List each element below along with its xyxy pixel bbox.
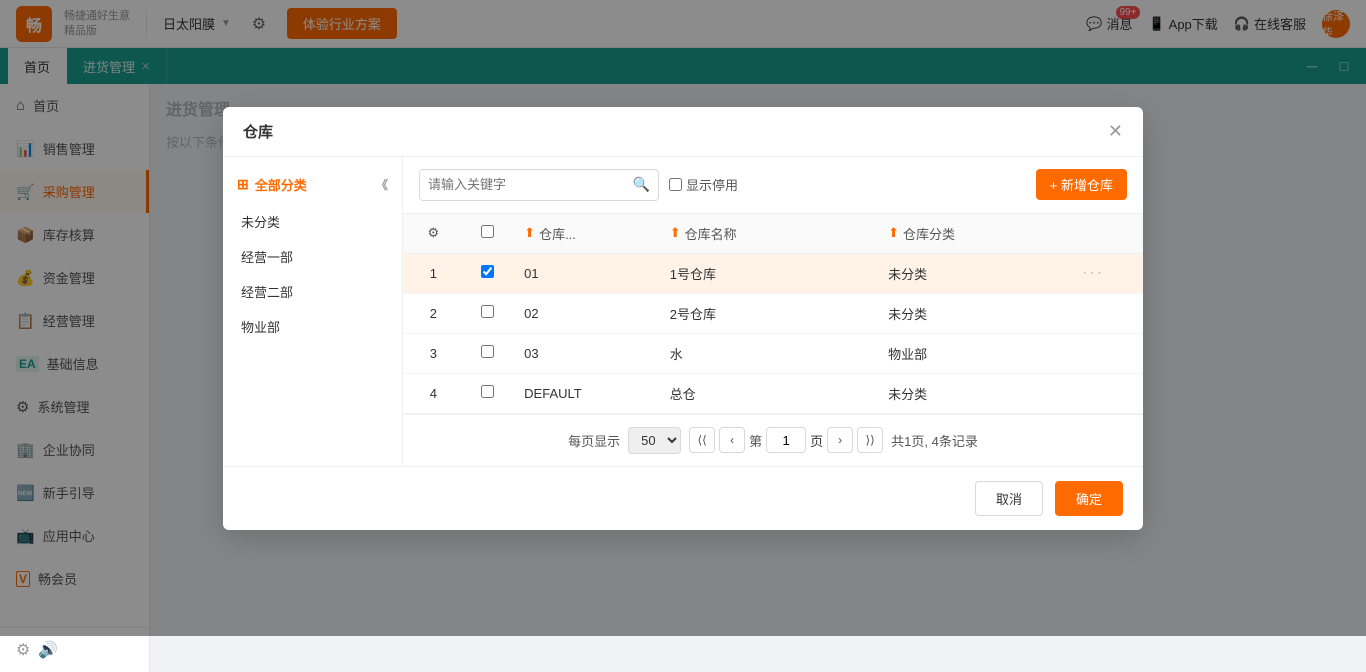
cancel-button[interactable]: 取消 bbox=[975, 481, 1043, 516]
table-panel: 🔍 显示停用 + 新增仓库 ⚙ bbox=[403, 157, 1143, 466]
sort-icon: ⬆ bbox=[524, 225, 535, 241]
cell-actions[interactable]: ··· bbox=[1070, 253, 1143, 293]
th-code[interactable]: ⬆ 仓库... bbox=[512, 214, 658, 254]
collapse-panel-icon[interactable]: 《 bbox=[376, 176, 388, 193]
per-page-select[interactable]: 50 bbox=[628, 427, 681, 454]
cell-actions[interactable] bbox=[1070, 333, 1143, 373]
page-unit: 页 bbox=[810, 431, 823, 450]
prev-page-btn[interactable]: ‹ bbox=[719, 427, 745, 453]
warehouse-table-wrapper: ⚙ ⬆ 仓库... bbox=[403, 214, 1143, 414]
total-info: 共1页, 4条记录 bbox=[891, 431, 978, 450]
cell-code: 02 bbox=[512, 293, 658, 333]
page-label: 第 bbox=[749, 431, 762, 450]
cell-actions[interactable] bbox=[1070, 373, 1143, 413]
category-sort-icon: ⬆ bbox=[888, 225, 899, 241]
cell-code: 01 bbox=[512, 253, 658, 293]
page-input[interactable] bbox=[766, 427, 806, 453]
search-icon[interactable]: 🔍 bbox=[633, 176, 650, 193]
modal-overlay: 仓库 ✕ ⊞ 全部分类 《 未分类 经营一部 bbox=[0, 0, 1366, 636]
search-box: 🔍 bbox=[419, 169, 659, 201]
table-toolbar: 🔍 显示停用 + 新增仓库 bbox=[403, 157, 1143, 214]
cell-checkbox[interactable] bbox=[464, 373, 513, 413]
select-all-checkbox[interactable] bbox=[481, 225, 494, 238]
category-item-3[interactable]: 物业部 bbox=[223, 309, 402, 344]
cell-name: 2号仓库 bbox=[658, 293, 876, 333]
table-row[interactable]: 2 02 2号仓库 未分类 bbox=[403, 293, 1143, 333]
cell-index: 1 bbox=[403, 253, 464, 293]
cell-checkbox[interactable] bbox=[464, 253, 513, 293]
cell-index: 2 bbox=[403, 293, 464, 333]
sidebar-gear-icon[interactable]: ⚙ bbox=[16, 640, 30, 660]
th-name[interactable]: ⬆ 仓库名称 bbox=[658, 214, 876, 254]
th-actions bbox=[1070, 214, 1143, 254]
cell-checkbox[interactable] bbox=[464, 293, 513, 333]
table-header-row: ⚙ ⬆ 仓库... bbox=[403, 214, 1143, 254]
cell-code: DEFAULT bbox=[512, 373, 658, 413]
row-actions-menu[interactable]: ··· bbox=[1082, 264, 1104, 281]
page-nav: ⟨⟨ ‹ 第 页 › ⟩⟩ bbox=[689, 427, 883, 453]
cell-name: 总仓 bbox=[658, 373, 876, 413]
cell-category: 未分类 bbox=[876, 373, 1070, 413]
next-page-btn[interactable]: › bbox=[827, 427, 853, 453]
warehouse-modal: 仓库 ✕ ⊞ 全部分类 《 未分类 经营一部 bbox=[223, 107, 1143, 530]
cell-checkbox[interactable] bbox=[464, 333, 513, 373]
table-row[interactable]: 3 03 水 物业部 bbox=[403, 333, 1143, 373]
th-settings[interactable]: ⚙ bbox=[403, 214, 464, 254]
cell-index: 3 bbox=[403, 333, 464, 373]
pagination: 每页显示 50 ⟨⟨ ‹ 第 页 › ⟩⟩ 共1页, 4条记录 bbox=[403, 414, 1143, 466]
add-warehouse-button[interactable]: + 新增仓库 bbox=[1036, 169, 1127, 200]
show-disabled-toggle: 显示停用 bbox=[669, 175, 738, 194]
cell-name: 水 bbox=[658, 333, 876, 373]
table-row[interactable]: 1 01 1号仓库 未分类 ··· bbox=[403, 253, 1143, 293]
cell-name: 1号仓库 bbox=[658, 253, 876, 293]
cell-actions[interactable] bbox=[1070, 293, 1143, 333]
th-category[interactable]: ⬆ 仓库分类 bbox=[876, 214, 1070, 254]
sidebar-speaker-icon[interactable]: 🔊 bbox=[38, 640, 58, 660]
cell-index: 4 bbox=[403, 373, 464, 413]
last-page-btn[interactable]: ⟩⟩ bbox=[857, 427, 883, 453]
name-sort-icon: ⬆ bbox=[670, 225, 681, 241]
show-disabled-checkbox[interactable] bbox=[669, 178, 682, 191]
th-checkbox bbox=[464, 214, 513, 254]
warehouse-table: ⚙ ⬆ 仓库... bbox=[403, 214, 1143, 414]
table-body: 1 01 1号仓库 未分类 ··· 2 02 2号仓库 未分类 3 03 水 物… bbox=[403, 253, 1143, 413]
modal-footer: 取消 确定 bbox=[223, 466, 1143, 530]
category-header-label: 全部分类 bbox=[255, 175, 307, 194]
category-header: ⊞ 全部分类 《 bbox=[223, 169, 402, 204]
modal-title: 仓库 bbox=[243, 121, 273, 142]
per-page-label: 每页显示 bbox=[568, 431, 620, 450]
grid-icon: ⊞ bbox=[237, 176, 249, 193]
modal-header: 仓库 ✕ bbox=[223, 107, 1143, 157]
cell-category: 未分类 bbox=[876, 293, 1070, 333]
cell-category: 未分类 bbox=[876, 253, 1070, 293]
cell-code: 03 bbox=[512, 333, 658, 373]
search-input[interactable] bbox=[428, 177, 633, 192]
show-disabled-label: 显示停用 bbox=[686, 175, 738, 194]
first-page-btn[interactable]: ⟨⟨ bbox=[689, 427, 715, 453]
cell-category: 物业部 bbox=[876, 333, 1070, 373]
category-item-2[interactable]: 经营二部 bbox=[223, 274, 402, 309]
confirm-button[interactable]: 确定 bbox=[1055, 481, 1123, 516]
category-panel: ⊞ 全部分类 《 未分类 经营一部 经营二部 物业部 bbox=[223, 157, 403, 466]
category-item-1[interactable]: 经营一部 bbox=[223, 239, 402, 274]
modal-close-button[interactable]: ✕ bbox=[1108, 122, 1123, 140]
modal-body: ⊞ 全部分类 《 未分类 经营一部 经营二部 物业部 bbox=[223, 157, 1143, 466]
table-row[interactable]: 4 DEFAULT 总仓 未分类 bbox=[403, 373, 1143, 413]
category-item-0[interactable]: 未分类 bbox=[223, 204, 402, 239]
